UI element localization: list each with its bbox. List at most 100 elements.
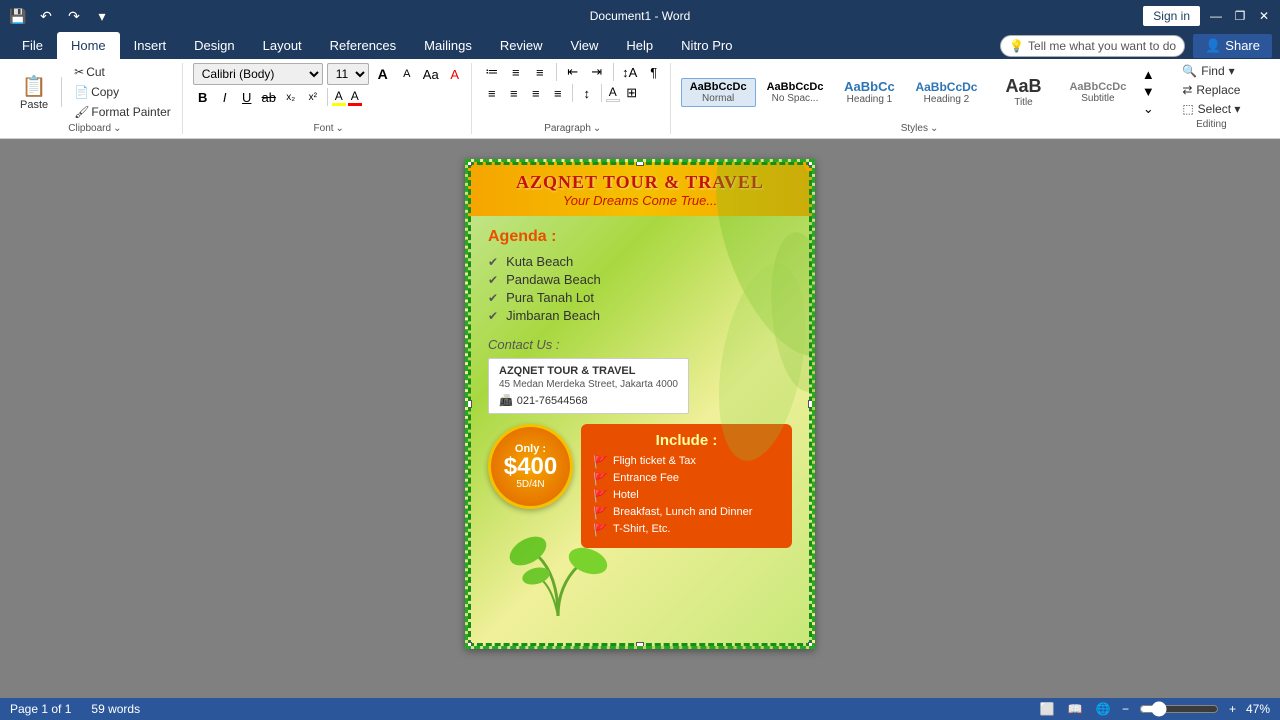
shrink-font-button[interactable]: A [397,65,417,83]
tab-layout[interactable]: Layout [249,32,316,59]
style-heading2[interactable]: AaBbCcDc Heading 2 [906,77,986,108]
minimize-button[interactable]: — [1208,8,1224,24]
numbering-button[interactable]: ≡ [506,63,526,81]
tab-file[interactable]: File [8,32,57,59]
font-family-selector[interactable]: Calibri (Body) [193,63,323,85]
format-painter-button[interactable]: 🖌 Format Painter [69,103,176,121]
style-heading1[interactable]: AaBbCc Heading 1 [834,76,904,108]
strikethrough-button[interactable]: ab [259,88,279,106]
copy-icon: 📄 [74,85,89,99]
handle-bottom-middle[interactable] [636,642,644,649]
ribbon-tabs: File Home Insert Design Layout Reference… [0,32,1280,59]
paste-button[interactable]: 📋 Paste [14,70,54,115]
underline-button[interactable]: U [237,88,257,106]
shading-button[interactable]: A [606,85,620,102]
clipboard-controls: 📋 Paste ✂ Cut 📄 Copy 🖌 Format Pai [14,63,176,121]
font-expand-icon[interactable]: ⌄ [336,123,344,134]
style-no-spacing[interactable]: AaBbCcDc No Spac... [758,78,833,107]
save-icon[interactable]: 💾 [8,6,28,26]
grow-font-button[interactable]: A [373,65,393,83]
undo-icon[interactable]: ↶ [36,6,56,26]
tab-help[interactable]: Help [612,32,667,59]
replace-button[interactable]: ⇄ Replace [1178,82,1244,98]
web-layout-button[interactable]: 🌐 [1094,700,1112,718]
justify-button[interactable]: ≡ [548,84,568,102]
handle-top-middle[interactable] [636,159,644,166]
sign-in-button[interactable]: Sign in [1143,6,1200,26]
styles-label: Styles ⌄ [901,123,939,134]
redo-icon[interactable]: ↷ [64,6,84,26]
zoom-slider[interactable] [1139,701,1219,717]
find-button[interactable]: 🔍 Find ▾ [1178,63,1244,79]
line-spacing-button[interactable]: ↕ [577,84,597,102]
format-painter-icon: 🖌 [74,105,89,119]
plants-decoration [498,516,618,626]
tab-review[interactable]: Review [486,32,557,59]
sep1 [61,77,62,107]
handle-bottom-left[interactable] [465,642,472,649]
tab-references[interactable]: References [316,32,410,59]
tab-nitro-pro[interactable]: Nitro Pro [667,32,746,59]
show-hide-button[interactable]: ¶ [644,63,664,81]
zoom-minus-button[interactable]: − [1122,702,1129,716]
style-title[interactable]: AaB Title [988,73,1058,111]
sep5 [572,84,573,102]
borders-button[interactable]: ⊞ [622,84,642,102]
styles-scroll-up-button[interactable]: ▲ [1138,66,1158,83]
multilevel-button[interactable]: ≡ [530,63,550,81]
superscript-button[interactable]: x² [303,88,323,106]
text-highlight-button[interactable]: A [332,89,346,106]
clipboard-expand-icon[interactable]: ⌄ [113,123,121,134]
subscript-button[interactable]: x₂ [281,88,301,106]
restore-button[interactable]: ❐ [1232,8,1248,24]
bold-button[interactable]: B [193,88,213,106]
align-right-button[interactable]: ≡ [526,84,546,102]
style-subtitle[interactable]: AaBbCcDc Subtitle [1060,78,1135,107]
list-item: 🚩 T-Shirt, Etc. [593,523,780,537]
zoom-plus-button[interactable]: + [1229,702,1236,716]
paragraph-group: ≔ ≡ ≡ ⇤ ⇥ ↕A ¶ ≡ ≡ ≡ ≡ ↕ [476,63,671,134]
styles-expand-button[interactable]: ⌄ [1138,100,1158,118]
font-size-selector[interactable]: 11 [327,63,369,85]
document-title: Document1 - Word [590,9,690,23]
styles-expand-icon[interactable]: ⌄ [930,123,938,134]
paragraph-expand-icon[interactable]: ⌄ [593,123,601,134]
tab-view[interactable]: View [556,32,612,59]
change-case-button[interactable]: Aa [421,65,441,83]
decrease-indent-button[interactable]: ⇤ [563,63,583,81]
tab-home[interactable]: Home [57,32,120,59]
title-bar-right: Sign in — ❐ ✕ [1143,6,1272,26]
sort-button[interactable]: ↕A [620,63,640,81]
flyer: AZQNET TOUR & TRAVEL Your Dreams Come Tr… [465,159,815,649]
style-normal[interactable]: AaBbCcDc Normal [681,78,756,107]
align-left-button[interactable]: ≡ [482,84,502,102]
leaf-background [642,162,815,502]
handle-top-right[interactable] [808,159,815,166]
select-button[interactable]: ⬚ Select ▾ [1178,101,1244,117]
styles-scroll-down-button[interactable]: ▼ [1138,83,1158,100]
tab-mailings[interactable]: Mailings [410,32,486,59]
print-layout-view-button[interactable]: ⬜ [1038,700,1056,718]
customize-qat-icon[interactable]: ▾ [92,6,112,26]
flyer-container[interactable]: AZQNET TOUR & TRAVEL Your Dreams Come Tr… [465,159,815,649]
cut-button[interactable]: ✂ Cut [69,63,176,81]
align-center-button[interactable]: ≡ [504,84,524,102]
tab-insert[interactable]: Insert [120,32,181,59]
flag-icon: 🚩 [593,472,608,486]
handle-top-left[interactable] [465,159,472,166]
share-button[interactable]: 👤 Share [1193,34,1272,58]
read-mode-button[interactable]: 📖 [1066,700,1084,718]
clear-formatting-button[interactable]: A [445,65,465,83]
font-color-button[interactable]: A [348,89,362,106]
tell-me-input[interactable]: 💡 Tell me what you want to do [1000,35,1185,57]
copy-button[interactable]: 📄 Copy [69,83,176,101]
handle-middle-right[interactable] [808,400,815,408]
bullets-button[interactable]: ≔ [482,63,502,81]
increase-indent-button[interactable]: ⇥ [587,63,607,81]
close-button[interactable]: ✕ [1256,8,1272,24]
italic-button[interactable]: I [215,88,235,106]
handle-middle-left[interactable] [465,400,472,408]
styles-group: AaBbCcDc Normal AaBbCcDc No Spac... AaBb… [675,63,1165,134]
tab-design[interactable]: Design [180,32,248,59]
handle-bottom-right[interactable] [808,642,815,649]
